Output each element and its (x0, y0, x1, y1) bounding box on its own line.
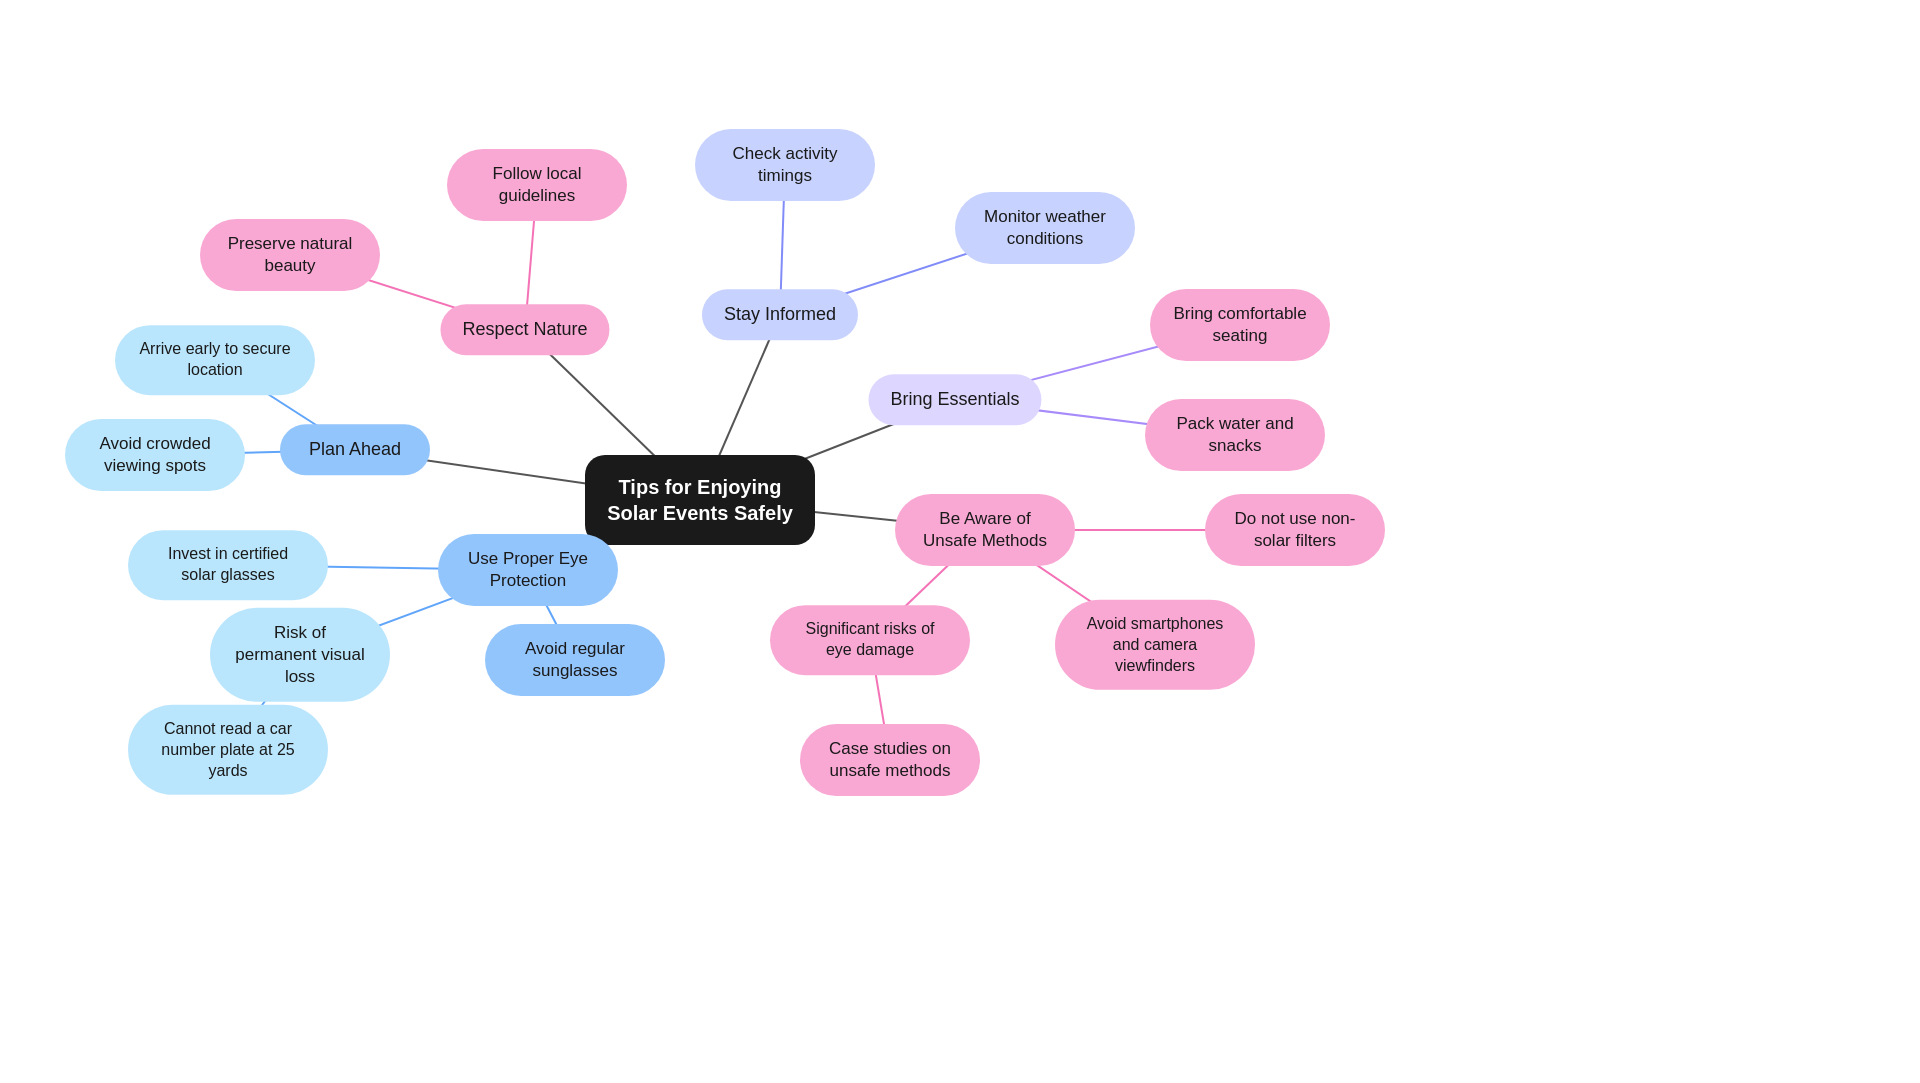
node-car-number: Cannot read a car number plate at 25 yar… (128, 705, 328, 795)
node-no-smartphones: Avoid smartphones and camera viewfinders (1055, 600, 1255, 690)
node-bring-essentials: Bring Essentials (868, 374, 1041, 425)
center-node: Tips for Enjoying Solar Events Safely (585, 455, 815, 545)
node-pack-water: Pack water and snacks (1145, 399, 1325, 471)
node-plan-ahead: Plan Ahead (280, 424, 430, 475)
node-monitor-weather: Monitor weather conditions (955, 192, 1135, 264)
node-stay-informed: Stay Informed (702, 289, 858, 340)
node-case-studies: Case studies on unsafe methods (800, 724, 980, 796)
node-visual-loss: Risk of permanent visual loss (210, 608, 390, 702)
node-bring-seating: Bring comfortable seating (1150, 289, 1330, 361)
node-no-non-solar: Do not use non-solar filters (1205, 494, 1385, 566)
node-preserve-beauty: Preserve natural beauty (200, 219, 380, 291)
node-eye-damage: Significant risks of eye damage (770, 605, 970, 675)
node-unsafe-methods: Be Aware of Unsafe Methods (895, 494, 1075, 566)
node-eye-protection: Use Proper Eye Protection (438, 534, 618, 606)
node-certified-glasses: Invest in certified solar glasses (128, 530, 328, 600)
node-regular-sunglasses: Avoid regular sunglasses (485, 624, 665, 696)
node-respect-nature: Respect Nature (440, 304, 609, 355)
node-follow-guidelines: Follow local guidelines (447, 149, 627, 221)
node-check-timings: Check activity timings (695, 129, 875, 201)
mindmap-canvas: Tips for Enjoying Solar Events Safely Pla… (0, 0, 1920, 1083)
node-arrive-early: Arrive early to secure location (115, 325, 315, 395)
node-avoid-crowded: Avoid crowded viewing spots (65, 419, 245, 491)
